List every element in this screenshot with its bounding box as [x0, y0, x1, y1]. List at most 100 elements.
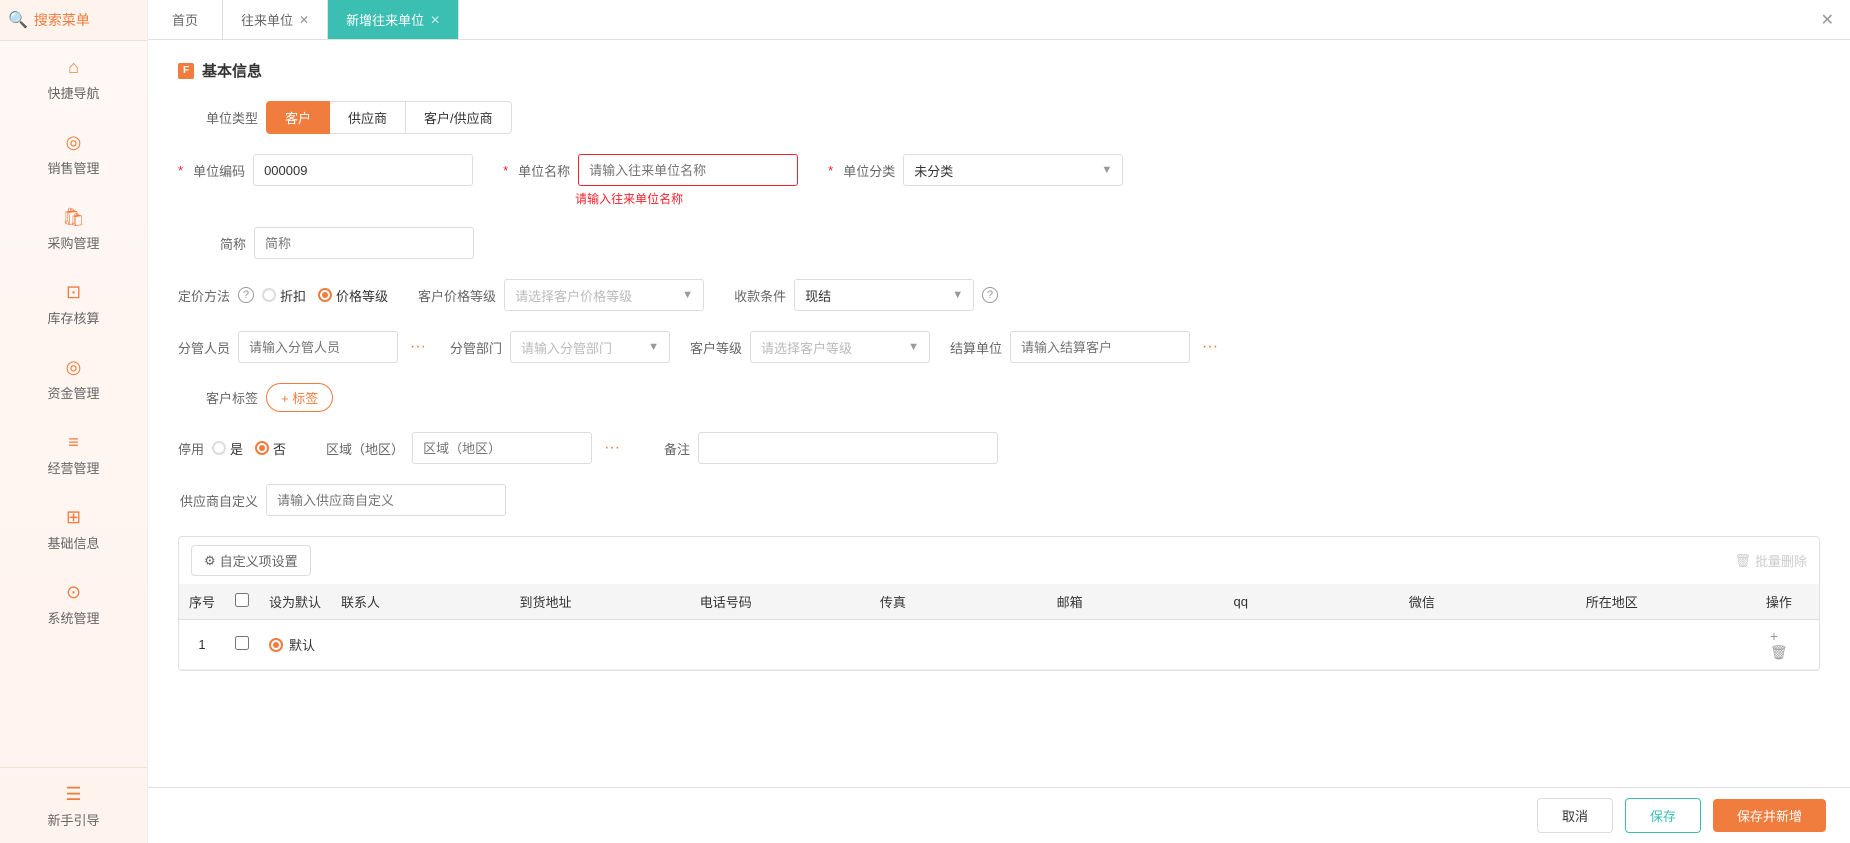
department-label: 分管部门 — [450, 338, 502, 357]
batch-delete-button[interactable]: 🗑 批量删除 — [1734, 551, 1807, 570]
sidebar-item-search[interactable]: 🔍 搜索菜单 — [0, 0, 147, 41]
sidebar-item-beginner[interactable]: ☰ 新手引导 — [0, 768, 147, 843]
unit-name-input[interactable] — [578, 154, 798, 186]
pricing-radio-price-level[interactable]: 价格等级 — [318, 286, 388, 305]
manager-input[interactable] — [238, 331, 398, 363]
form-content: F 基本信息 单位类型 客户 供应商 客户/供应商 * 单位编码 * 单位名称 — [148, 40, 1850, 787]
customer-level-select[interactable]: 请选择客户等级 ▼ — [750, 331, 930, 363]
unit-info-row: * 单位编码 * 单位名称 请输入往来单位名称 * 单位分类 未分类 ▼ — [178, 154, 1820, 207]
sidebar-item-inventory[interactable]: ⊡ 库存核算 — [0, 266, 147, 341]
add-tag-button[interactable]: + 标签 — [266, 383, 333, 412]
discount-radio-label: 折扣 — [280, 286, 306, 305]
manager-label: 分管人员 — [178, 338, 230, 357]
sales-icon: ◎ — [62, 130, 86, 154]
settlement-unit-input[interactable] — [1010, 331, 1190, 363]
sidebar-item-label: 采购管理 — [47, 233, 99, 252]
payment-terms-field: 收款条件 现结 ▼ ? — [734, 279, 998, 311]
sidebar: 🔍 搜索菜单 ⌂ 快捷导航 ◎ 销售管理 🛍 采购管理 ⊡ 库存核算 ◎ 资金管… — [0, 0, 148, 843]
department-field: 分管部门 请输入分管部门 ▼ — [450, 331, 670, 363]
disabled-label: 停用 — [178, 439, 204, 458]
sidebar-item-basic-info[interactable]: ⊞ 基础信息 — [0, 491, 147, 566]
unit-category-field: * 单位分类 未分类 ▼ — [828, 154, 1123, 186]
pricing-radio-discount[interactable]: 折扣 — [262, 286, 306, 305]
chevron-down-icon: ▼ — [908, 341, 919, 353]
select-all-checkbox[interactable] — [235, 593, 249, 607]
col-area: 所在地区 — [1576, 584, 1756, 620]
chevron-down-icon: ▼ — [1101, 164, 1112, 176]
customer-price-level-select[interactable]: 请选择客户价格等级 ▼ — [504, 279, 704, 311]
cell-email — [1047, 620, 1224, 670]
section-icon: F — [178, 63, 194, 79]
department-select[interactable]: 请输入分管部门 ▼ — [510, 331, 670, 363]
cell-contact — [331, 620, 510, 670]
phone-input[interactable] — [700, 629, 860, 661]
area-input[interactable] — [1586, 629, 1746, 661]
row-checkbox[interactable] — [235, 636, 249, 650]
sidebar-item-purchase[interactable]: 🛍 采购管理 — [0, 191, 147, 266]
customer-price-level-placeholder: 请选择客户价格等级 — [515, 286, 676, 305]
address-input[interactable] — [520, 629, 680, 661]
batch-delete-label: 批量删除 — [1755, 551, 1807, 570]
qq-input[interactable] — [1234, 629, 1389, 661]
cell-action: + 🗑 — [1756, 620, 1819, 670]
unit-btn-both[interactable]: 客户/供应商 — [406, 101, 512, 134]
region-input[interactable] — [412, 432, 592, 464]
settlement-unit-label: 结算单位 — [950, 338, 1002, 357]
settlement-dots-button[interactable]: ··· — [1198, 338, 1222, 356]
sidebar-item-system[interactable]: ⊙ 系统管理 — [0, 566, 147, 641]
main-area: 首页 往来单位 ✕ 新增往来单位 ✕ ✕ F 基本信息 单位类型 客户 供应商 … — [148, 0, 1850, 843]
unit-category-select[interactable]: 未分类 ▼ — [903, 154, 1123, 186]
unit-code-input[interactable] — [253, 154, 473, 186]
sidebar-item-label: 经营管理 — [47, 458, 99, 477]
custom-settings-button[interactable]: ⚙ 自定义项设置 — [191, 545, 311, 576]
payment-terms-label: 收款条件 — [734, 286, 786, 305]
region-field: 区域（地区） ··· — [326, 432, 624, 464]
default-radio-circle[interactable] — [269, 638, 283, 652]
email-input[interactable] — [1057, 629, 1214, 661]
tab-partner-list[interactable]: 往来单位 ✕ — [223, 0, 328, 39]
unit-btn-supplier[interactable]: 供应商 — [330, 101, 406, 134]
tab-add-partner[interactable]: 新增往来单位 ✕ — [328, 0, 459, 39]
wechat-input[interactable] — [1409, 629, 1566, 661]
tab-home[interactable]: 首页 — [148, 0, 223, 39]
region-dots-button[interactable]: ··· — [600, 439, 624, 457]
cell-default: 默认 — [259, 620, 331, 670]
sidebar-item-finance[interactable]: ◎ 资金管理 — [0, 341, 147, 416]
tab-add-partner-close-icon[interactable]: ✕ — [430, 13, 440, 27]
save-button[interactable]: 保存 — [1625, 798, 1701, 833]
col-phone: 电话号码 — [690, 584, 870, 620]
page-footer: 取消 保存 保存并新增 — [148, 787, 1850, 843]
disabled-radio-yes[interactable]: 是 — [212, 439, 243, 458]
supplier-custom-input[interactable] — [266, 484, 506, 516]
contact-input[interactable] — [341, 629, 500, 661]
settlement-unit-field: 结算单位 ··· — [950, 331, 1222, 363]
pricing-help-icon[interactable]: ? — [238, 287, 254, 303]
row-delete-button[interactable]: 🗑 — [1766, 644, 1792, 660]
disabled-radio-no[interactable]: 否 — [255, 439, 286, 458]
manager-dots-button[interactable]: ··· — [406, 338, 430, 356]
row-add-button[interactable]: + — [1766, 628, 1782, 644]
fax-input[interactable] — [880, 629, 1037, 661]
pricing-radio-group: 折扣 价格等级 — [262, 286, 388, 305]
sidebar-item-operation[interactable]: ≡ 经营管理 — [0, 416, 147, 491]
tab-close-all-button[interactable]: ✕ — [1805, 0, 1850, 39]
save-new-button[interactable]: 保存并新增 — [1713, 799, 1826, 832]
unit-btn-customer[interactable]: 客户 — [266, 101, 330, 134]
payment-terms-select[interactable]: 现结 ▼ — [794, 279, 974, 311]
unit-code-label: 单位编码 — [193, 161, 245, 180]
disabled-row: 停用 是 否 区域（地区） ··· 备注 — [178, 432, 1820, 464]
chevron-down-icon: ▼ — [682, 289, 693, 301]
tab-partner-list-close-icon[interactable]: ✕ — [299, 13, 309, 27]
cell-phone — [690, 620, 870, 670]
unit-type-label: 单位类型 — [178, 108, 258, 127]
supplier-custom-row: 供应商自定义 — [178, 484, 1820, 516]
sidebar-item-quick-nav[interactable]: ⌂ 快捷导航 — [0, 41, 147, 116]
default-label: 默认 — [289, 635, 315, 654]
sidebar-item-sales[interactable]: ◎ 销售管理 — [0, 116, 147, 191]
customer-price-level-label: 客户价格等级 — [418, 286, 496, 305]
payment-help-icon[interactable]: ? — [982, 287, 998, 303]
short-name-input[interactable] — [254, 227, 474, 259]
remark-input[interactable] — [698, 432, 998, 464]
cell-checkbox — [225, 620, 259, 670]
cancel-button[interactable]: 取消 — [1537, 798, 1613, 833]
